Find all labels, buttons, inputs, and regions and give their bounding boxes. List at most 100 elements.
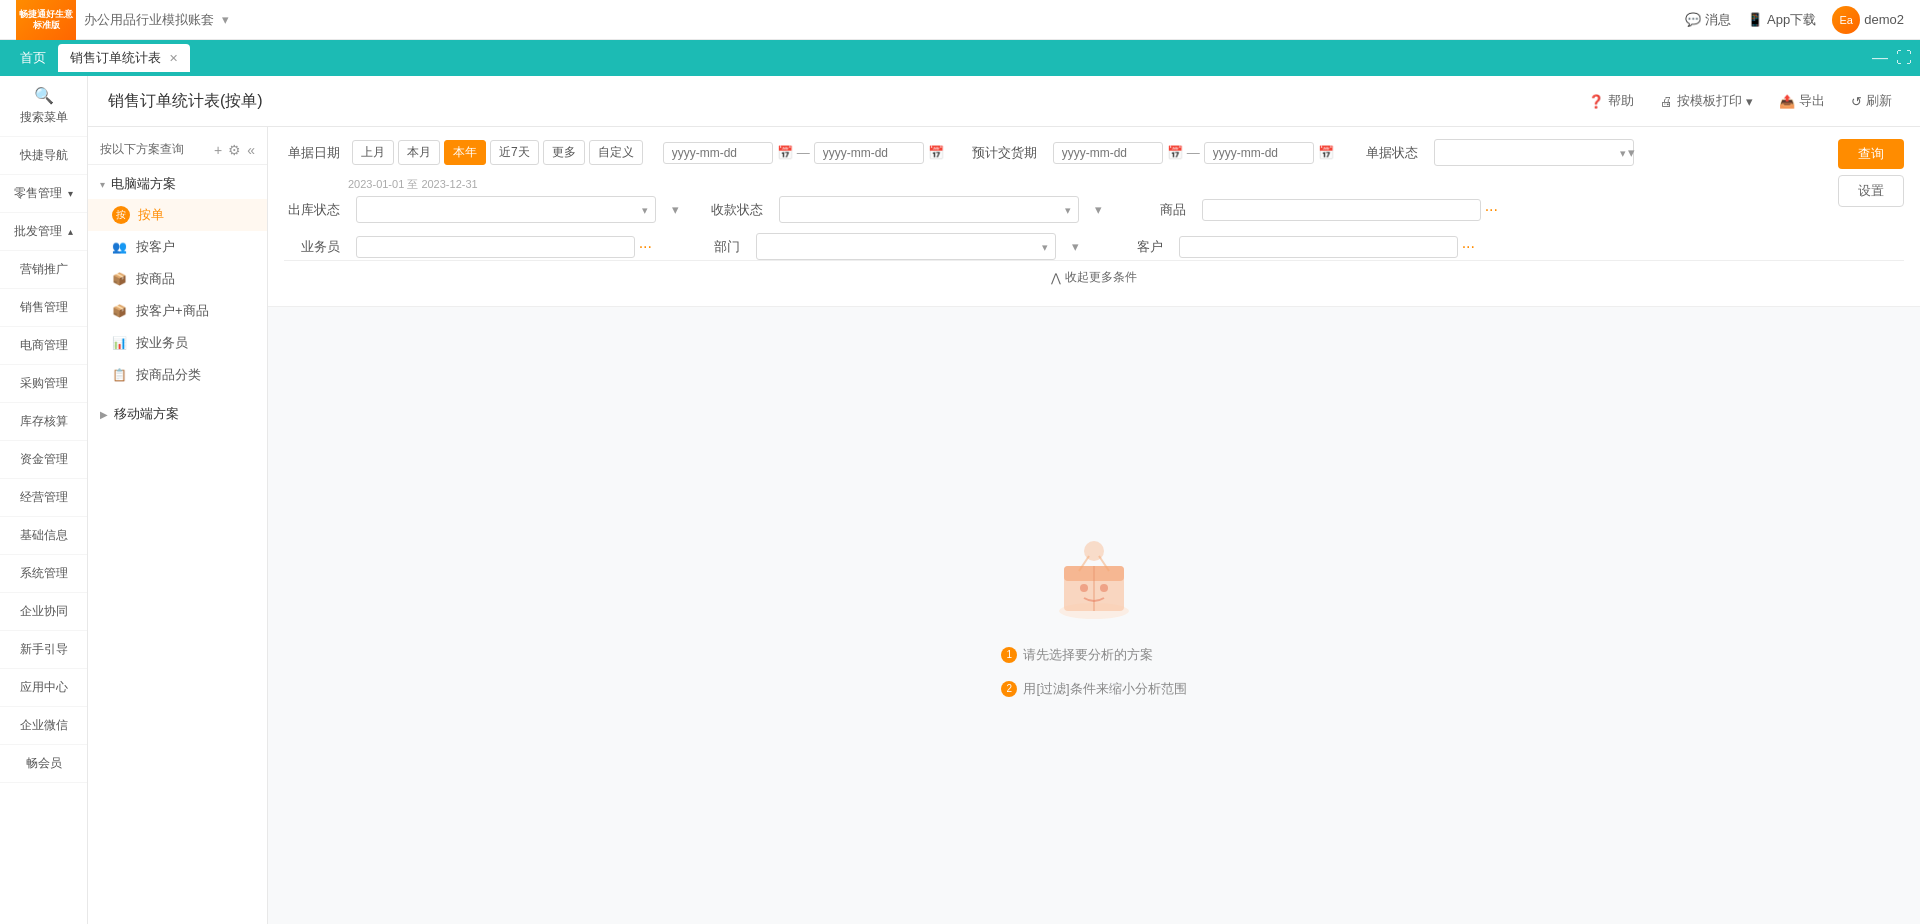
sidebar-search[interactable]: 🔍 搜索菜单 — [0, 76, 87, 137]
salesperson-more-icon[interactable]: ··· — [635, 238, 656, 256]
scheme-item-by-customer[interactable]: 👥 按客户 — [88, 231, 267, 263]
delivery-status-select[interactable] — [356, 196, 656, 223]
tab-stats-label: 销售订单统计表 — [70, 49, 161, 67]
date-this-year[interactable]: 本年 — [444, 140, 486, 165]
goods-scheme-icon: 📦 — [112, 272, 128, 286]
date-this-month[interactable]: 本月 — [398, 140, 440, 165]
delivery-status-label: 出库状态 — [284, 201, 340, 219]
help-button[interactable]: ❓ 帮助 — [1580, 88, 1642, 114]
tabbar: 首页 销售订单统计表 ✕ — ⛶ — [0, 40, 1920, 76]
calendar-to-icon[interactable]: 📅 — [928, 145, 944, 160]
ecommerce-label: 电商管理 — [20, 337, 68, 354]
breadcrumb-arrow-icon[interactable]: ▾ — [222, 12, 229, 27]
scheme-group-mobile-header[interactable]: ▶ 移动端方案 — [88, 399, 267, 429]
sidebar-quick-nav[interactable]: 快捷导航 — [0, 137, 87, 175]
date-more[interactable]: 更多 — [543, 140, 585, 165]
customer-more-icon[interactable]: ··· — [1458, 238, 1479, 256]
wholesale-label: 批发管理 — [14, 223, 62, 240]
print-arrow-icon: ▾ — [1746, 94, 1753, 109]
export-button[interactable]: 📤 导出 — [1771, 88, 1833, 114]
sidebar-item-inventory[interactable]: 库存核算 — [0, 403, 87, 441]
wholesale-arrow-icon: ▴ — [68, 226, 73, 237]
scheme-add-button[interactable]: + — [214, 142, 222, 158]
export-label: 导出 — [1799, 92, 1825, 110]
sidebar-item-wechat[interactable]: 企业微信 — [0, 707, 87, 745]
sidebar: 🔍 搜索菜单 快捷导航 零售管理 ▾ 批发管理 ▴ 营销推广 销售管理 电商管理… — [0, 76, 88, 924]
sidebar-item-newbie[interactable]: 新手引导 — [0, 631, 87, 669]
sidebar-item-sales[interactable]: 销售管理 — [0, 289, 87, 327]
department-select[interactable] — [756, 233, 1056, 260]
sidebar-item-system[interactable]: 系统管理 — [0, 555, 87, 593]
sidebar-item-ecommerce[interactable]: 电商管理 — [0, 327, 87, 365]
payment-status-select[interactable] — [779, 196, 1079, 223]
scheme-item-by-cust-goods[interactable]: 📦 按客户+商品 — [88, 295, 267, 327]
sidebar-item-purchase[interactable]: 采购管理 — [0, 365, 87, 403]
scheme-settings-button[interactable]: ⚙ — [228, 142, 241, 158]
sidebar-item-operations[interactable]: 经营管理 — [0, 479, 87, 517]
sidebar-item-corp[interactable]: 企业协同 — [0, 593, 87, 631]
inventory-label: 库存核算 — [20, 413, 68, 430]
finance-label: 资金管理 — [20, 451, 68, 468]
filter-settings-button[interactable]: 设置 — [1838, 175, 1904, 207]
template-print-label: 按模板打印 — [1677, 92, 1742, 110]
scheme-group-mobile: ▶ 移动端方案 — [88, 395, 267, 433]
query-button[interactable]: 查询 — [1838, 139, 1904, 169]
delivery-from-input[interactable] — [1053, 142, 1163, 164]
logo-subtext: 标准版 — [33, 20, 60, 31]
sidebar-item-retail[interactable]: 零售管理 ▾ — [0, 175, 87, 213]
collapse-bar[interactable]: ⋀ 收起更多条件 — [284, 260, 1904, 294]
payment-dropdown-icon: ▾ — [1095, 202, 1102, 217]
date-last-7[interactable]: 近7天 — [490, 140, 539, 165]
scheme-group-pc-header[interactable]: ▾ 电脑端方案 — [88, 169, 267, 199]
scheme-item-by-category[interactable]: 📋 按商品分类 — [88, 359, 267, 391]
sidebar-item-marketing[interactable]: 营销推广 — [0, 251, 87, 289]
minimize-button[interactable]: — — [1872, 49, 1888, 67]
scheme-item-by-sales[interactable]: 📊 按业务员 — [88, 327, 267, 359]
app-logo: 畅捷通好生意 标准版 — [16, 0, 76, 40]
customer-label: 客户 — [1107, 238, 1163, 256]
goods-label: 商品 — [1130, 201, 1186, 219]
maximize-button[interactable]: ⛶ — [1896, 49, 1912, 67]
logo-text: 畅捷通好生意 — [19, 9, 73, 20]
sidebar-item-basic[interactable]: 基础信息 — [0, 517, 87, 555]
goods-input[interactable] — [1202, 199, 1481, 221]
date-custom[interactable]: 自定义 — [589, 140, 643, 165]
scheme-panel-actions: + ⚙ « — [214, 142, 255, 158]
customer-input[interactable] — [1179, 236, 1458, 258]
sidebar-item-wholesale[interactable]: 批发管理 ▴ — [0, 213, 87, 251]
tab-home[interactable]: 首页 — [8, 44, 58, 72]
scheme-item-by-order[interactable]: 按 按单 — [88, 199, 267, 231]
empty-hint-2: 2 用[过滤]条件来缩小分析范围 — [1001, 680, 1186, 698]
refresh-button[interactable]: ↺ 刷新 — [1843, 88, 1900, 114]
tab-close-icon[interactable]: ✕ — [169, 52, 178, 65]
user-menu[interactable]: Ea demo2 — [1832, 6, 1904, 34]
date-to-input[interactable] — [814, 142, 924, 164]
sales-scheme-icon: 📊 — [112, 336, 128, 350]
chevron-up-icon: ⋀ — [1051, 271, 1061, 285]
scheme-item-by-goods[interactable]: 📦 按商品 — [88, 263, 267, 295]
date-from-input[interactable] — [663, 142, 773, 164]
svg-point-5 — [1100, 584, 1108, 592]
doc-status-select[interactable] — [1434, 139, 1634, 166]
filter-row-date: 单据日期 上月 本月 本年 近7天 更多 自定义 — [284, 139, 1814, 166]
system-label: 系统管理 — [20, 565, 68, 582]
template-print-button[interactable]: 🖨 按模板打印 ▾ — [1652, 88, 1761, 114]
message-button[interactable]: 💬 消息 — [1685, 11, 1731, 29]
scheme-collapse-button[interactable]: « — [247, 142, 255, 158]
delivery-to-input[interactable] — [1204, 142, 1314, 164]
mobile-group-label: 移动端方案 — [114, 405, 179, 423]
sidebar-item-member[interactable]: 畅会员 — [0, 745, 87, 783]
tabbar-actions: — ⛶ — [1872, 49, 1912, 67]
calendar-from-icon[interactable]: 📅 — [777, 145, 793, 160]
sidebar-item-apps[interactable]: 应用中心 — [0, 669, 87, 707]
scheme-item-by-customer-label: 按客户 — [136, 238, 175, 256]
date-last-month[interactable]: 上月 — [352, 140, 394, 165]
app-download-button[interactable]: 📱 App下载 — [1747, 11, 1816, 29]
delivery-calendar-from-icon[interactable]: 📅 — [1167, 145, 1183, 160]
sidebar-item-finance[interactable]: 资金管理 — [0, 441, 87, 479]
delivery-calendar-to-icon[interactable]: 📅 — [1318, 145, 1334, 160]
empty-hint-1: 1 请先选择要分析的方案 — [1001, 646, 1186, 664]
salesperson-input[interactable] — [356, 236, 635, 258]
goods-more-icon[interactable]: ··· — [1481, 201, 1502, 219]
tab-stats[interactable]: 销售订单统计表 ✕ — [58, 44, 190, 72]
